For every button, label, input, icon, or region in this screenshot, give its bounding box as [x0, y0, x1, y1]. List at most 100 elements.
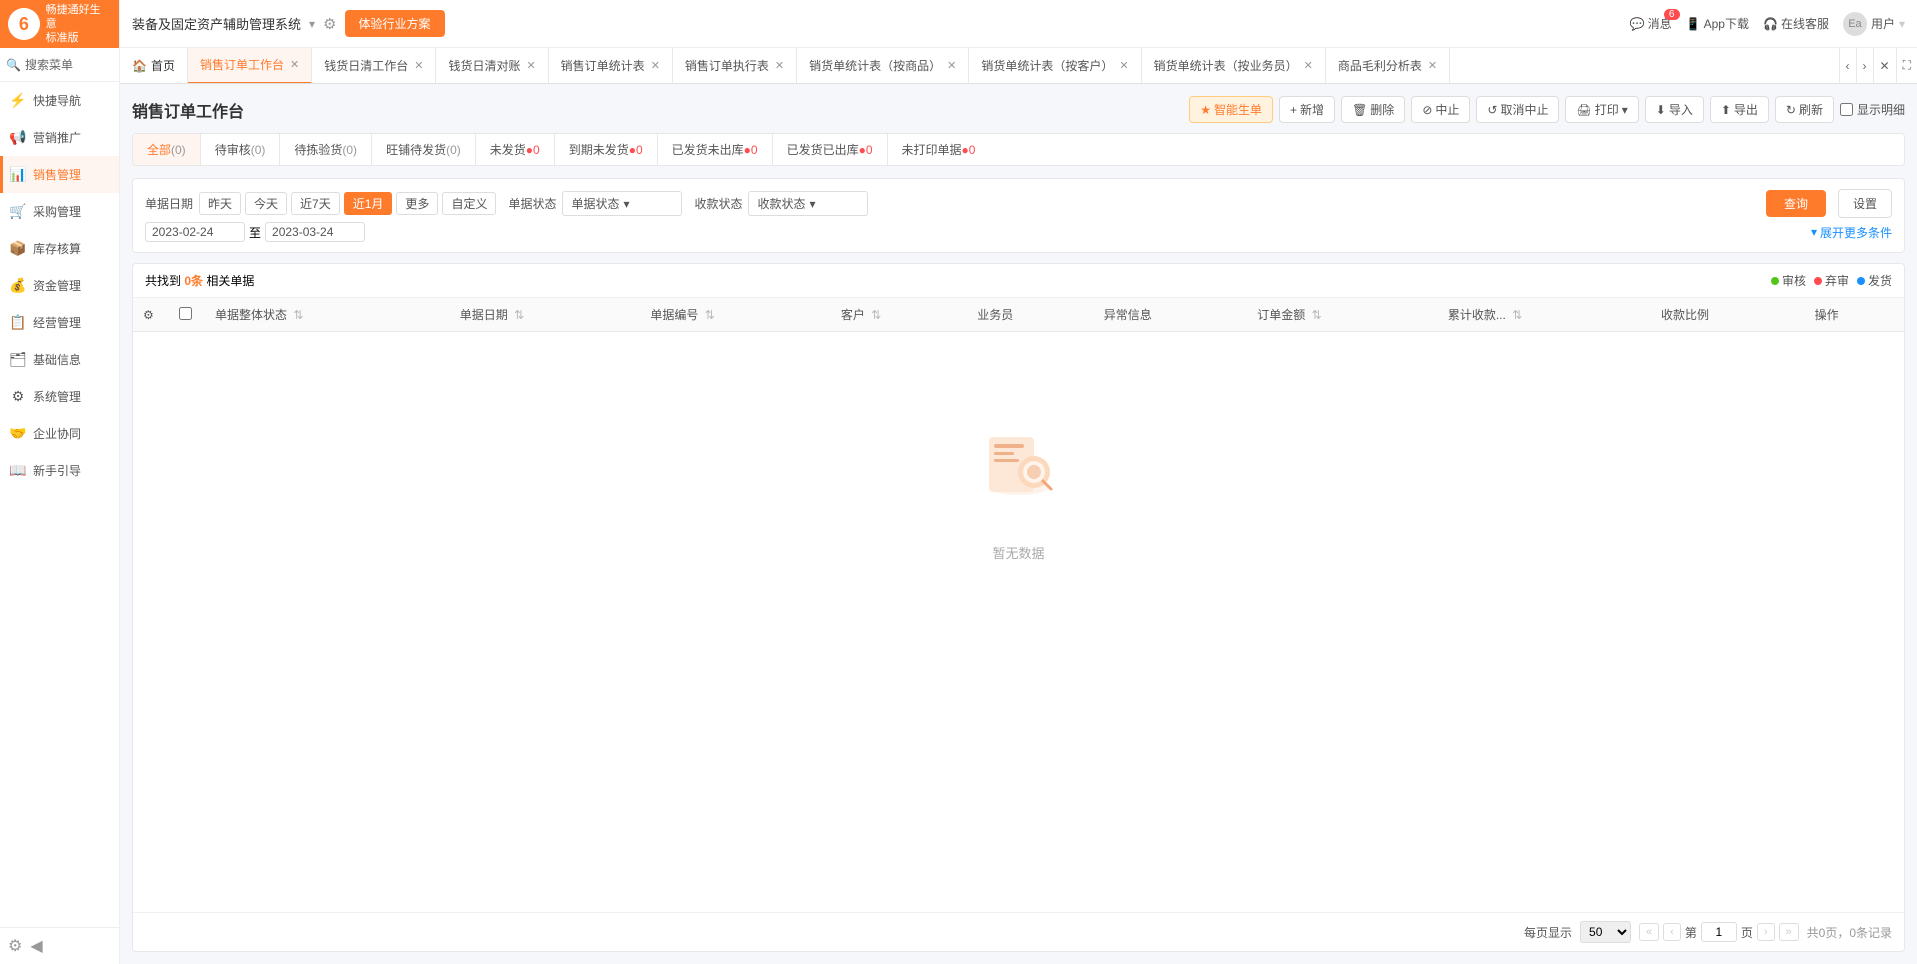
tab-close-icon[interactable]: ✕: [290, 58, 299, 71]
tab-close-icon[interactable]: ✕: [1119, 59, 1128, 72]
expand-conditions-button[interactable]: ▾ 展开更多条件: [1811, 224, 1892, 241]
col-customer[interactable]: 客户 ⇅: [831, 298, 967, 332]
select-all-checkbox[interactable]: [179, 307, 192, 320]
online-service-button[interactable]: 🎧 在线客服: [1763, 15, 1829, 32]
page-input[interactable]: [1701, 922, 1737, 942]
tab-home[interactable]: 🏠 首页: [120, 48, 188, 84]
tab-close-icon[interactable]: ✕: [1304, 59, 1313, 72]
settings-icon[interactable]: ⚙: [8, 936, 22, 956]
col-amount[interactable]: 订单金额 ⇅: [1247, 298, 1438, 332]
user-menu[interactable]: Ea 用户 ▾: [1843, 12, 1905, 36]
add-button[interactable]: + 新增: [1279, 96, 1335, 123]
tab-sales-stats-product[interactable]: 销货单统计表（按商品） ✕: [797, 48, 969, 84]
sidebar-item-base-info[interactable]: 🗂 基础信息: [0, 341, 119, 378]
audit-dot: [1771, 277, 1779, 285]
smart-generate-button[interactable]: ★ 智能生单: [1189, 96, 1273, 123]
tab-cash-reconcile[interactable]: 钱货日清对账 ✕: [436, 48, 548, 84]
cancel-stop-button[interactable]: ↺ 取消中止: [1476, 96, 1559, 123]
date-today-btn[interactable]: 今天: [245, 192, 287, 215]
date-from-input[interactable]: [145, 222, 245, 242]
col-settings[interactable]: ⚙: [133, 298, 169, 332]
prev-page-button[interactable]: ‹: [1663, 923, 1681, 941]
tab-scroll-left[interactable]: ‹: [1839, 48, 1856, 84]
sidebar-search[interactable]: 🔍 搜索菜单: [0, 48, 119, 82]
sidebar-item-marketing[interactable]: 📢 营销推广: [0, 119, 119, 156]
message-button[interactable]: 💬 消息 6: [1630, 15, 1672, 32]
sidebar-item-sales[interactable]: 📊 销售管理: [0, 156, 119, 193]
filter-tab-not-shipped[interactable]: 未发货●0: [476, 134, 555, 165]
col-cumulative[interactable]: 累计收款... ⇅: [1438, 298, 1651, 332]
print-button[interactable]: 🖨 打印 ▾: [1565, 96, 1638, 123]
filter-tab-all[interactable]: 全部(0): [133, 134, 201, 165]
filter-tab-wangpu-pending[interactable]: 旺铺待发货(0): [372, 134, 476, 165]
sidebar-item-operations[interactable]: 📋 经营管理: [0, 304, 119, 341]
tab-goods-margin[interactable]: 商品毛利分析表 ✕: [1326, 48, 1450, 84]
first-page-button[interactable]: «: [1639, 923, 1659, 941]
date-1month-btn[interactable]: 近1月: [344, 192, 393, 215]
tab-scroll-right[interactable]: ›: [1856, 48, 1873, 84]
sidebar-item-purchase[interactable]: 🛒 采购管理: [0, 193, 119, 230]
date-custom-btn[interactable]: 自定义: [442, 192, 496, 215]
tab-sales-order-stats[interactable]: 销售订单统计表 ✕: [549, 48, 673, 84]
collapse-icon[interactable]: ◀: [30, 936, 42, 956]
cancel-audit-button[interactable]: 弃审: [1814, 272, 1849, 289]
col-date[interactable]: 单据日期 ⇅: [450, 298, 641, 332]
filter-tab-not-printed[interactable]: 未打印单据●0: [888, 134, 990, 165]
tab-sales-order-exec[interactable]: 销售订单执行表 ✕: [673, 48, 797, 84]
filter-tab-pending-inspect[interactable]: 待拣验货(0): [280, 134, 372, 165]
date-to-input[interactable]: [265, 222, 365, 242]
gear-icon[interactable]: ⚙: [323, 15, 336, 33]
export-button[interactable]: ⬆ 导出: [1710, 96, 1769, 123]
tab-close-icon[interactable]: ✕: [775, 59, 784, 72]
sales-icon: 📊: [9, 166, 27, 183]
next-page-button[interactable]: ›: [1757, 923, 1775, 941]
show-detail-checkbox-label[interactable]: 显示明细: [1840, 101, 1905, 118]
tab-close-icon[interactable]: ✕: [1428, 59, 1437, 72]
tab-close-icon[interactable]: ✕: [947, 59, 956, 72]
ship-button[interactable]: 发货: [1857, 272, 1892, 289]
tab-close-all[interactable]: ✕: [1873, 48, 1896, 84]
filter-tab-pending-audit[interactable]: 待审核(0): [201, 134, 281, 165]
sidebar-item-inventory[interactable]: 📦 库存核算: [0, 230, 119, 267]
filter-tab-shipped-out[interactable]: 已发货已出库●0: [773, 134, 888, 165]
settings-button[interactable]: 设置: [1838, 189, 1892, 218]
sidebar-item-guide[interactable]: 📖 新手引导: [0, 452, 119, 489]
tab-fullscreen[interactable]: ⛶: [1896, 48, 1917, 84]
stop-button[interactable]: ⊘ 中止: [1411, 96, 1470, 123]
date-more-btn[interactable]: 更多: [396, 192, 438, 215]
tab-cash-daily[interactable]: 钱货日清工作台 ✕: [312, 48, 436, 84]
sidebar-item-enterprise[interactable]: 🤝 企业协同: [0, 415, 119, 452]
sidebar-item-finance[interactable]: 💰 资金管理: [0, 267, 119, 304]
date-yesterday-btn[interactable]: 昨天: [199, 192, 241, 215]
table-scroll[interactable]: ⚙ 单据整体状态 ⇅ 单据日期: [133, 298, 1904, 912]
sidebar-item-quick-nav[interactable]: ⚡ 快捷导航: [0, 82, 119, 119]
status-select[interactable]: 单据状态 ▾: [562, 191, 682, 216]
delete-button[interactable]: 🗑 删除: [1341, 96, 1405, 123]
refresh-button[interactable]: ↻ 刷新: [1775, 96, 1834, 123]
tab-sales-stats-customer[interactable]: 销货单统计表（按客户） ✕: [969, 48, 1141, 84]
last-page-button[interactable]: »: [1779, 923, 1799, 941]
payment-select[interactable]: 收款状态 ▾: [748, 191, 868, 216]
col-status[interactable]: 单据整体状态 ⇅: [205, 298, 450, 332]
tab-sales-stats-salesperson[interactable]: 销货单统计表（按业务员） ✕: [1142, 48, 1326, 84]
sidebar-item-system[interactable]: ⚙ 系统管理: [0, 378, 119, 415]
page-size-select[interactable]: 10 20 50 100: [1580, 921, 1631, 943]
filter-tab-shipped-not-out[interactable]: 已发货未出库●0: [658, 134, 773, 165]
date-7days-btn[interactable]: 近7天: [291, 192, 340, 215]
tab-close-icon[interactable]: ✕: [526, 59, 535, 72]
tab-sales-order-workbench[interactable]: 销售订单工作台 ✕: [188, 48, 312, 84]
solution-button[interactable]: 体验行业方案: [345, 10, 445, 37]
query-button[interactable]: 查询: [1766, 190, 1826, 217]
col-number[interactable]: 单据编号 ⇅: [640, 298, 831, 332]
data-table: ⚙ 单据整体状态 ⇅ 单据日期: [133, 298, 1904, 332]
import-button[interactable]: ⬇ 导入: [1645, 96, 1704, 123]
filter-tabs: 全部(0) 待审核(0) 待拣验货(0) 旺铺待发货(0) 未发货●0 到期未发…: [132, 133, 1905, 166]
app-download-button[interactable]: 📱 App下载: [1686, 15, 1749, 32]
expand-icon: ▾: [1811, 225, 1817, 239]
sidebar-item-label: 企业协同: [33, 425, 81, 442]
show-detail-checkbox[interactable]: [1840, 103, 1853, 116]
audit-button[interactable]: 审核: [1771, 272, 1806, 289]
tab-close-icon[interactable]: ✕: [414, 59, 423, 72]
filter-tab-expired-not-shipped[interactable]: 到期未发货●0: [555, 134, 658, 165]
tab-close-icon[interactable]: ✕: [651, 59, 660, 72]
